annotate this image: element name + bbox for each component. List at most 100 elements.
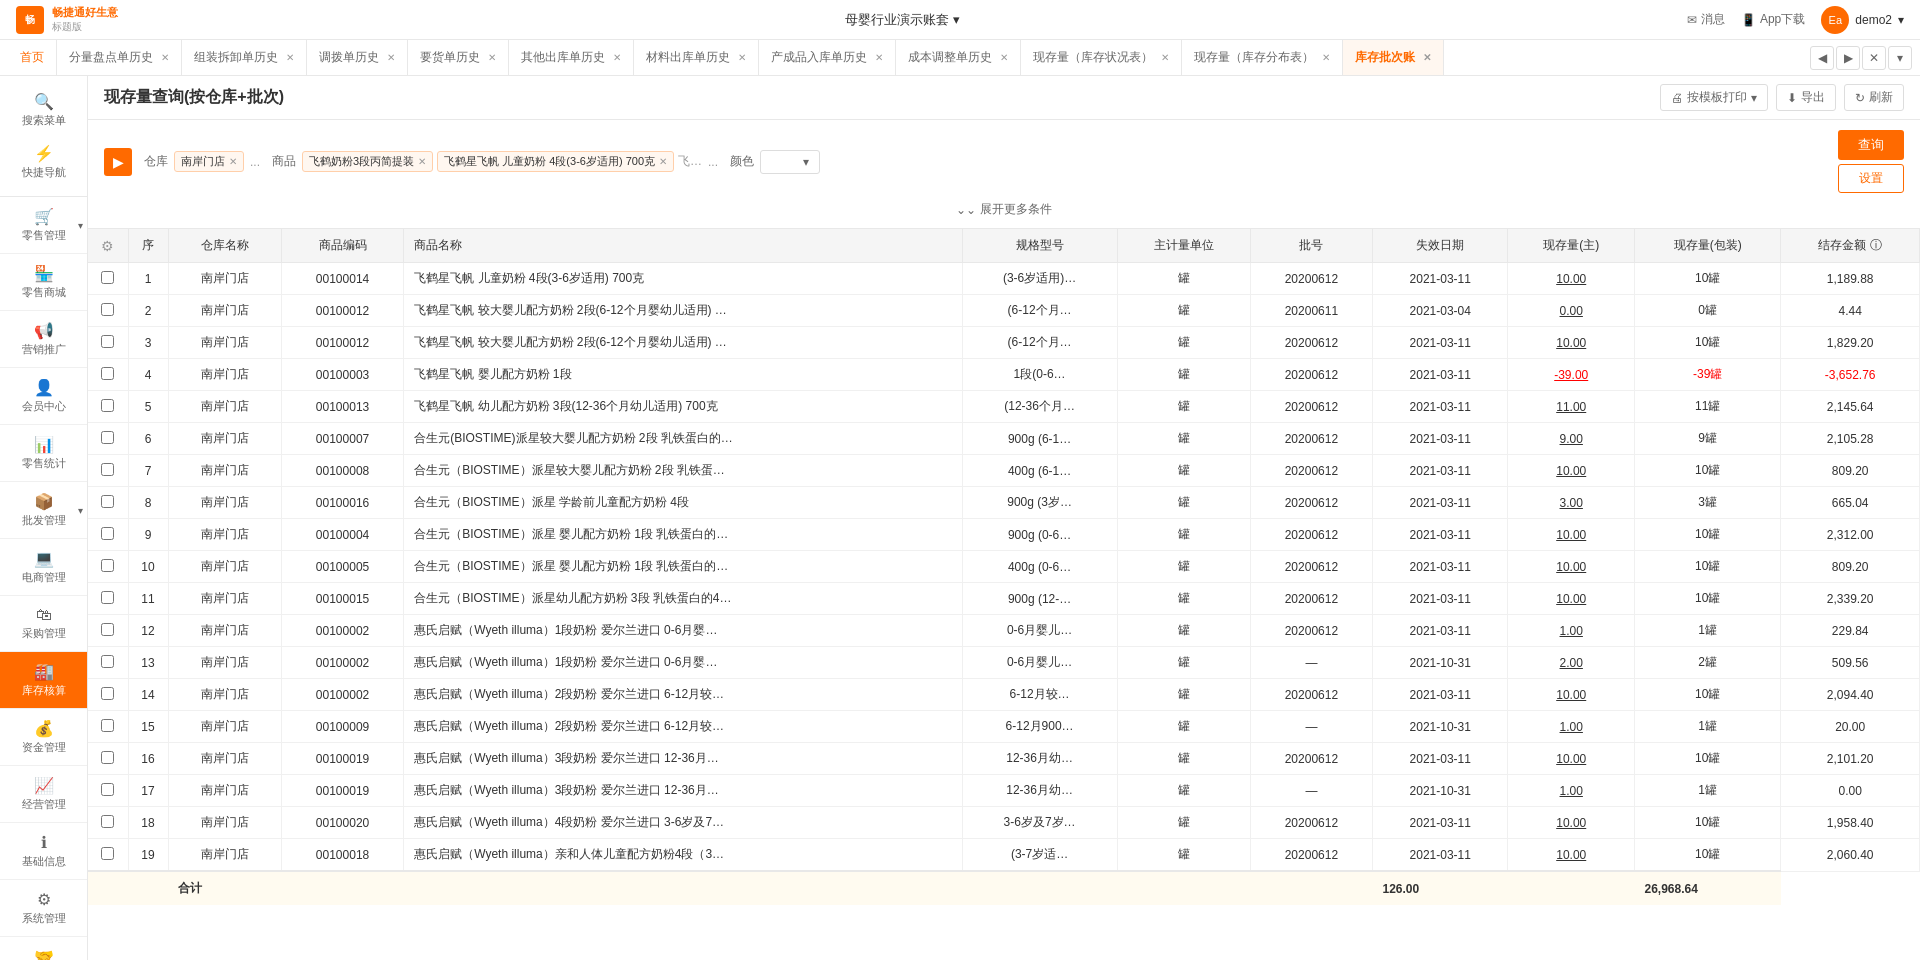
row-checkbox-cell[interactable]	[88, 711, 128, 743]
row-qty-main[interactable]: 10.00	[1508, 455, 1635, 487]
row-checkbox[interactable]	[101, 655, 114, 668]
tab-inventory-status[interactable]: 现存量（库存状况表） ✕	[1021, 40, 1182, 76]
row-checkbox-cell[interactable]	[88, 455, 128, 487]
tab-yaohuo[interactable]: 要货单历史 ✕	[408, 40, 509, 76]
row-qty-main[interactable]: 2.00	[1508, 647, 1635, 679]
col-gear[interactable]: ⚙	[88, 229, 128, 263]
sidebar-item-retail-mgmt[interactable]: 🛒 零售管理 ▾	[0, 197, 87, 254]
remove-warehouse-tag-icon[interactable]: ✕	[229, 156, 237, 167]
tab-next-btn[interactable]: ▶	[1836, 46, 1860, 70]
sidebar-item-batch-mgmt[interactable]: 📦 批发管理 ▾	[0, 482, 87, 539]
system-selector[interactable]: 母婴行业演示账套 ▾	[845, 11, 960, 29]
row-qty-main[interactable]: -39.00	[1508, 359, 1635, 391]
row-qty-main[interactable]: 0.00	[1508, 295, 1635, 327]
sidebar-item-enterprise[interactable]: 🤝 企业协同	[0, 937, 87, 960]
product-more-dots[interactable]: ...	[708, 155, 718, 169]
tab-zuchai[interactable]: 组装拆卸单历史 ✕	[182, 40, 307, 76]
tab-cost-adjust[interactable]: 成本调整单历史 ✕	[896, 40, 1021, 76]
row-checkbox[interactable]	[101, 495, 114, 508]
export-btn[interactable]: ⬇ 导出	[1776, 84, 1836, 111]
row-checkbox[interactable]	[101, 303, 114, 316]
tab-batch-ledger[interactable]: 库存批次账 ✕	[1343, 40, 1444, 76]
row-qty-main[interactable]: 10.00	[1508, 839, 1635, 872]
sidebar-item-marketing[interactable]: 📢 营销推广	[0, 311, 87, 368]
row-qty-main[interactable]: 10.00	[1508, 583, 1635, 615]
sidebar-item-retail-stats[interactable]: 📊 零售统计	[0, 425, 87, 482]
tab-menu-btn[interactable]: ▾	[1888, 46, 1912, 70]
sidebar-search-btn[interactable]: 🔍 搜索菜单	[0, 84, 87, 136]
sidebar-item-basic-info[interactable]: ℹ 基础信息	[0, 823, 87, 880]
sidebar-item-member-center[interactable]: 👤 会员中心	[0, 368, 87, 425]
tab-close-all-btn[interactable]: ✕	[1862, 46, 1886, 70]
row-checkbox[interactable]	[101, 335, 114, 348]
row-qty-main[interactable]: 10.00	[1508, 551, 1635, 583]
tab-close-icon[interactable]: ✕	[875, 52, 883, 63]
tab-tiaobo[interactable]: 调拨单历史 ✕	[307, 40, 408, 76]
row-checkbox[interactable]	[101, 367, 114, 380]
tab-other-out[interactable]: 其他出库单历史 ✕	[509, 40, 634, 76]
row-checkbox[interactable]	[101, 527, 114, 540]
tab-close-icon[interactable]: ✕	[161, 52, 169, 63]
row-qty-main[interactable]: 11.00	[1508, 391, 1635, 423]
sidebar-item-inventory[interactable]: 🏭 库存核算	[0, 652, 87, 709]
tab-inventory-dist[interactable]: 现存量（库存分布表） ✕	[1182, 40, 1343, 76]
message-btn[interactable]: ✉ 消息	[1687, 11, 1725, 28]
row-checkbox[interactable]	[101, 591, 114, 604]
warehouse-tag-0[interactable]: 南岸门店 ✕	[174, 151, 244, 172]
row-checkbox-cell[interactable]	[88, 551, 128, 583]
tab-fenpan[interactable]: 分量盘点单历史 ✕	[57, 40, 182, 76]
tab-prev-btn[interactable]: ◀	[1810, 46, 1834, 70]
row-qty-main[interactable]: 10.00	[1508, 679, 1635, 711]
remove-product-tag-1-icon[interactable]: ✕	[659, 156, 667, 167]
expand-more-btn[interactable]: ⌄⌄ 展开更多条件	[104, 201, 1904, 218]
row-checkbox-cell[interactable]	[88, 775, 128, 807]
settings-btn[interactable]: 设置	[1838, 164, 1904, 193]
row-checkbox[interactable]	[101, 271, 114, 284]
tab-material-out[interactable]: 材料出库单历史 ✕	[634, 40, 759, 76]
row-qty-main[interactable]: 10.00	[1508, 327, 1635, 359]
color-dropdown-btn[interactable]: ▾	[760, 150, 820, 174]
refresh-btn[interactable]: ↻ 刷新	[1844, 84, 1904, 111]
print-btn[interactable]: 🖨 按模板打印 ▾	[1660, 84, 1768, 111]
row-checkbox-cell[interactable]	[88, 679, 128, 711]
row-checkbox-cell[interactable]	[88, 519, 128, 551]
row-checkbox-cell[interactable]	[88, 327, 128, 359]
tab-close-icon[interactable]: ✕	[1161, 52, 1169, 63]
remove-product-tag-0-icon[interactable]: ✕	[418, 156, 426, 167]
user-info[interactable]: Ea demo2 ▾	[1821, 6, 1904, 34]
row-qty-main[interactable]: 1.00	[1508, 711, 1635, 743]
tab-product-in[interactable]: 产成品入库单历史 ✕	[759, 40, 896, 76]
row-checkbox[interactable]	[101, 623, 114, 636]
row-checkbox-cell[interactable]	[88, 583, 128, 615]
row-checkbox-cell[interactable]	[88, 423, 128, 455]
filter-expand-btn[interactable]: ▶	[104, 148, 132, 176]
product-tag-1[interactable]: 飞鹤星飞帆 儿童奶粉 4段(3-6岁适用) 700克 ✕	[437, 151, 674, 172]
sidebar-item-purchase[interactable]: 🛍 采购管理	[0, 596, 87, 652]
row-checkbox-cell[interactable]	[88, 647, 128, 679]
row-checkbox[interactable]	[101, 751, 114, 764]
row-qty-main[interactable]: 9.00	[1508, 423, 1635, 455]
row-qty-main[interactable]: 1.00	[1508, 615, 1635, 647]
gear-settings-icon[interactable]: ⚙	[101, 238, 114, 254]
row-checkbox-cell[interactable]	[88, 839, 128, 872]
row-checkbox-cell[interactable]	[88, 615, 128, 647]
sidebar-item-operations[interactable]: 📈 经营管理	[0, 766, 87, 823]
row-checkbox[interactable]	[101, 431, 114, 444]
row-checkbox[interactable]	[101, 719, 114, 732]
tab-home[interactable]: 首页	[8, 40, 57, 76]
row-checkbox-cell[interactable]	[88, 295, 128, 327]
row-checkbox[interactable]	[101, 687, 114, 700]
tab-close-icon[interactable]: ✕	[488, 52, 496, 63]
row-qty-main[interactable]: 1.00	[1508, 775, 1635, 807]
row-checkbox-cell[interactable]	[88, 391, 128, 423]
sidebar-item-finance[interactable]: 💰 资金管理	[0, 709, 87, 766]
row-qty-main[interactable]: 10.00	[1508, 263, 1635, 295]
tab-close-icon[interactable]: ✕	[387, 52, 395, 63]
warehouse-more-dots[interactable]: ...	[250, 155, 260, 169]
row-checkbox[interactable]	[101, 815, 114, 828]
sidebar-item-retail-shop[interactable]: 🏪 零售商城	[0, 254, 87, 311]
sidebar-item-ecommerce[interactable]: 💻 电商管理	[0, 539, 87, 596]
row-checkbox-cell[interactable]	[88, 743, 128, 775]
row-qty-main[interactable]: 10.00	[1508, 743, 1635, 775]
row-checkbox[interactable]	[101, 559, 114, 572]
